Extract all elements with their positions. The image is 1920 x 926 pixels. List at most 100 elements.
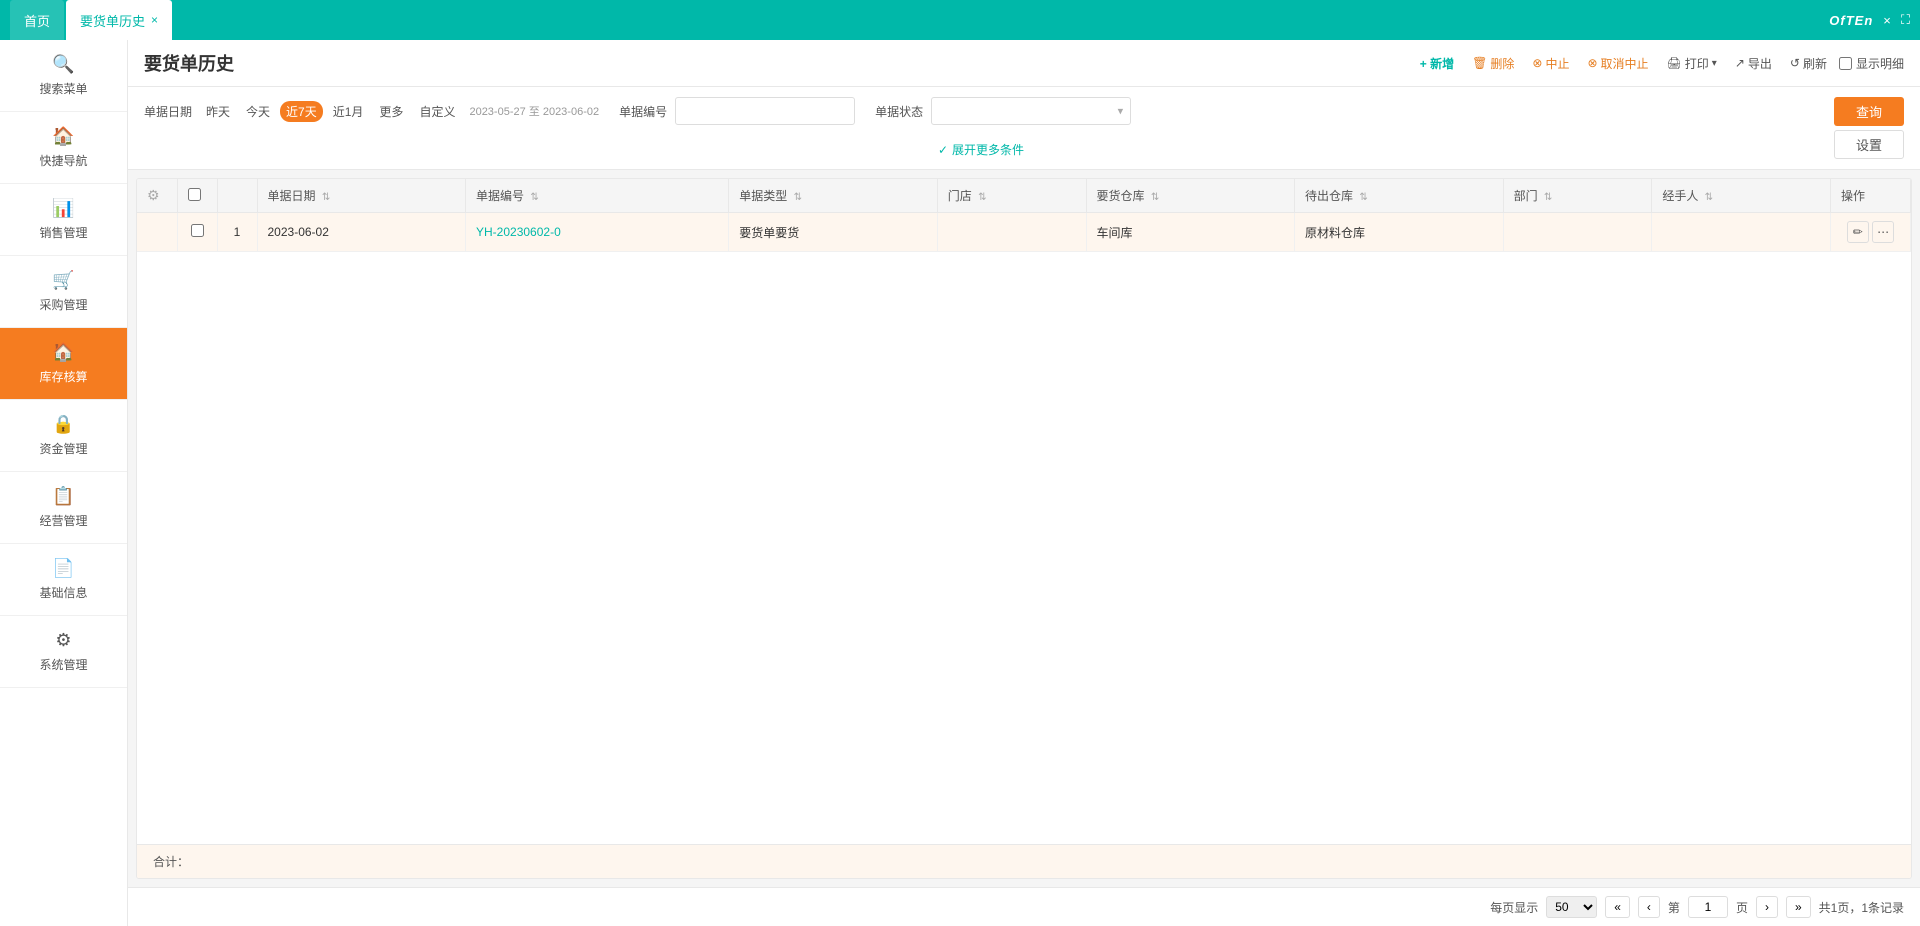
table-scroll[interactable]: ⚙ 单据日期 ⇅ 单据编号	[137, 179, 1911, 844]
status-select[interactable]	[931, 97, 1131, 125]
window-close-icon[interactable]: ×	[1883, 13, 1891, 28]
pagination-bar: 每页显示 20 50 100 « ‹ 第 页 › » 共1页，1条记录	[128, 887, 1920, 926]
sidebar-label-purchase-mgmt: 采购管理	[39, 296, 87, 313]
show-detail-checkbox-label[interactable]: 显示明细	[1839, 55, 1904, 72]
sidebar-item-basic-info[interactable]: 📄 基础信息	[0, 544, 127, 616]
date-btn-yesterday[interactable]: 昨天	[200, 101, 236, 122]
sidebar-item-search-menu[interactable]: 🔍 搜索菜单	[0, 40, 127, 112]
sales-mgmt-icon: 📊	[52, 198, 74, 219]
data-table: ⚙ 单据日期 ⇅ 单据编号	[137, 179, 1911, 252]
sort-department-icon: ⇅	[1544, 192, 1552, 203]
col-store-label: 门店	[948, 189, 972, 203]
col-department-label: 部门	[1514, 189, 1538, 203]
row-pending-warehouse-cell: 原材料仓库	[1295, 213, 1504, 252]
cancel-stop-button[interactable]: ⊗ 取消中止	[1581, 52, 1654, 75]
page-title: 要货单历史	[144, 50, 1414, 76]
date-btn-custom[interactable]: 自定义	[413, 101, 461, 122]
status-label: 单据状态	[875, 103, 923, 120]
sidebar-item-finance-mgmt[interactable]: 🔒 资金管理	[0, 400, 127, 472]
row-ops-cell: ✏ ⋯	[1831, 213, 1911, 252]
top-bar: 首页 要货单历史 × OfTEn × ⛶	[0, 0, 1920, 40]
show-detail-checkbox[interactable]	[1839, 57, 1852, 70]
date-filter-group: 单据日期 昨天 今天 近7天 近1月 更多 自定义 2023-05-27 至 2…	[144, 101, 599, 122]
col-store[interactable]: 门店 ⇅	[937, 179, 1086, 213]
new-button[interactable]: + 新增	[1414, 52, 1460, 75]
sort-doc-date-icon: ⇅	[322, 192, 330, 203]
col-doc-date[interactable]: 单据日期 ⇅	[257, 179, 466, 213]
tab-requisition-history[interactable]: 要货单历史 ×	[66, 0, 172, 40]
date-btn-7days[interactable]: 近7天	[280, 101, 323, 122]
sidebar-item-system-mgmt[interactable]: ⚙ 系统管理	[0, 616, 127, 688]
sidebar-item-sales-mgmt[interactable]: 📊 销售管理	[0, 184, 127, 256]
refresh-icon: ↺	[1790, 56, 1800, 70]
col-doc-date-label: 单据日期	[268, 189, 316, 203]
sidebar-item-quick-nav[interactable]: 🏠 快捷导航	[0, 112, 127, 184]
last-page-button[interactable]: »	[1786, 896, 1811, 918]
prev-page-button[interactable]: ‹	[1638, 896, 1660, 918]
row-doc-date: 2023-06-02	[268, 225, 329, 239]
row-checkbox[interactable]	[191, 224, 204, 237]
total-label: 共1页，1条记录	[1819, 899, 1904, 916]
sidebar-item-inventory[interactable]: 🏠 库存核算	[0, 328, 127, 400]
date-btn-today[interactable]: 今天	[240, 101, 276, 122]
row-req-warehouse: 车间库	[1097, 226, 1133, 240]
delete-button[interactable]: 🗑 删除	[1466, 52, 1520, 75]
row-edit-icon[interactable]: ✏	[1847, 221, 1869, 243]
page-size-select[interactable]: 20 50 100	[1546, 896, 1597, 918]
export-button[interactable]: ↗ 导出	[1729, 52, 1778, 75]
show-detail-label: 显示明细	[1856, 55, 1904, 72]
expand-more[interactable]: ✓ 展开更多条件	[144, 141, 1818, 158]
tab-close-icon[interactable]: ×	[151, 13, 158, 27]
settings-button[interactable]: 设置	[1834, 130, 1904, 159]
col-req-warehouse-label: 要货仓库	[1097, 189, 1145, 203]
expand-chevron-icon: ✓	[938, 143, 948, 157]
col-doc-type[interactable]: 单据类型 ⇅	[729, 179, 938, 213]
row-more-icon[interactable]: ⋯	[1872, 221, 1894, 243]
page-input[interactable]	[1688, 896, 1728, 918]
doc-no-input[interactable]	[675, 97, 855, 125]
col-department[interactable]: 部门 ⇅	[1503, 179, 1652, 213]
date-filter-label: 单据日期	[144, 103, 192, 120]
stop-button[interactable]: ⊗ 中止	[1526, 52, 1575, 75]
filter-bar: 单据日期 昨天 今天 近7天 近1月 更多 自定义 2023-05-27 至 2…	[128, 87, 1920, 170]
first-page-button[interactable]: «	[1605, 896, 1630, 918]
col-handler[interactable]: 经手人 ⇅	[1652, 179, 1831, 213]
date-range-display: 2023-05-27 至 2023-06-02	[469, 103, 599, 119]
col-pending-warehouse[interactable]: 待出仓库 ⇅	[1295, 179, 1504, 213]
query-button[interactable]: 查询	[1834, 97, 1904, 126]
toolbar: + 新增 🗑 删除 ⊗ 中止 ⊗ 取消中止 🖨 打印 ▾	[1414, 52, 1904, 75]
print-icon: 🖨	[1667, 56, 1682, 70]
col-req-warehouse[interactable]: 要货仓库 ⇅	[1086, 179, 1295, 213]
row-store-cell	[937, 213, 1086, 252]
footer-label: 合计：	[153, 853, 189, 870]
system-mgmt-icon: ⚙	[55, 630, 71, 651]
col-ops-label: 操作	[1841, 189, 1865, 203]
stop-button-label: 中止	[1545, 55, 1569, 72]
sort-pending-warehouse-icon: ⇅	[1359, 192, 1367, 203]
sidebar-item-operations-mgmt[interactable]: 📋 经营管理	[0, 472, 127, 544]
export-label: 导出	[1748, 55, 1772, 72]
date-btn-more[interactable]: 更多	[373, 101, 409, 122]
sidebar-label-finance-mgmt: 资金管理	[39, 440, 87, 457]
window-fullscreen-icon[interactable]: ⛶	[1901, 12, 1910, 28]
sort-handler-icon: ⇅	[1705, 192, 1713, 203]
print-button[interactable]: 🖨 打印 ▾	[1661, 52, 1723, 75]
row-settings-cell	[137, 213, 177, 252]
row-handler-cell	[1652, 213, 1831, 252]
sidebar-item-purchase-mgmt[interactable]: 🛒 采购管理	[0, 256, 127, 328]
delete-button-label: 删除	[1490, 55, 1514, 72]
tab-list: 首页 要货单历史 ×	[10, 0, 172, 40]
row-doc-no-cell: YH-20230602-0	[466, 213, 729, 252]
select-all-checkbox[interactable]	[188, 188, 201, 201]
date-btn-1month[interactable]: 近1月	[327, 101, 370, 122]
gear-icon[interactable]: ⚙	[147, 187, 160, 203]
tab-home[interactable]: 首页	[10, 0, 64, 40]
row-doc-no-link[interactable]: YH-20230602-0	[476, 225, 561, 239]
col-doc-no[interactable]: 单据编号 ⇅	[466, 179, 729, 213]
refresh-button[interactable]: ↺ 刷新	[1784, 52, 1833, 75]
refresh-label: 刷新	[1803, 55, 1827, 72]
page-size-label: 每页显示	[1490, 899, 1538, 916]
table-row: 1 2023-06-02 YH-20230602-0 要货单要货	[137, 213, 1911, 252]
next-page-button[interactable]: ›	[1756, 896, 1778, 918]
purchase-mgmt-icon: 🛒	[52, 270, 74, 291]
